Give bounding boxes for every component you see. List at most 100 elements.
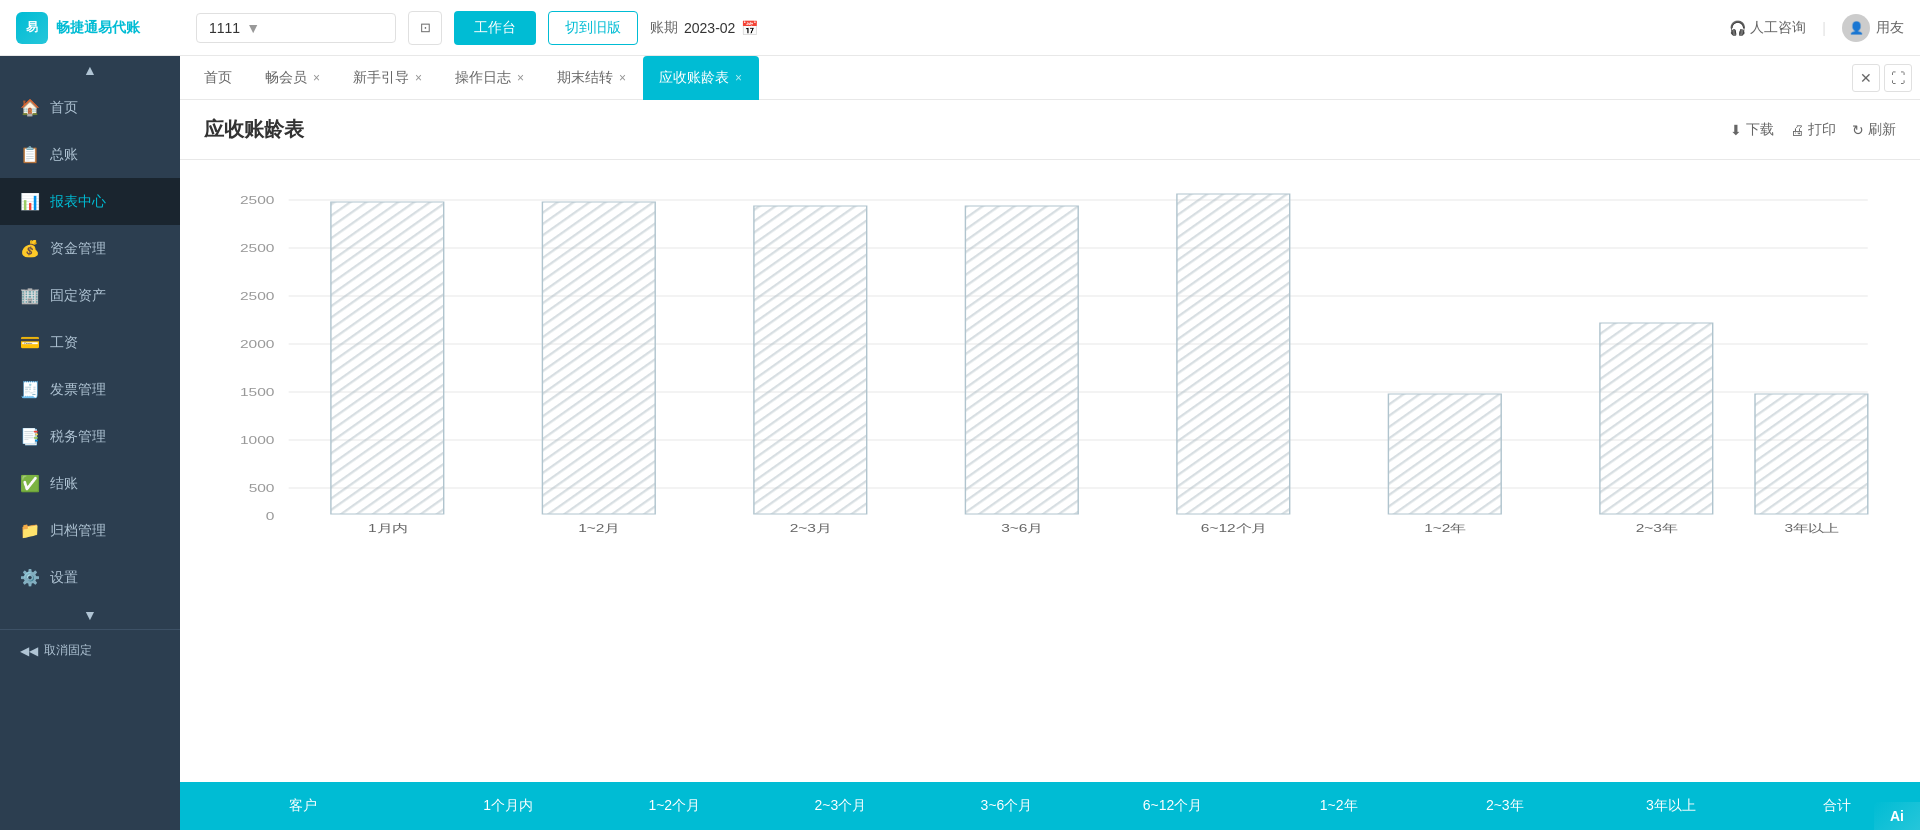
cancel-fixed-button[interactable]: ◀◀ 取消固定 bbox=[0, 629, 180, 671]
sidebar-item-invoice[interactable]: 🧾 发票管理 bbox=[0, 366, 180, 413]
ai-label: Ai bbox=[1890, 808, 1904, 824]
svg-text:2500: 2500 bbox=[240, 242, 274, 254]
tab-guide-close[interactable]: × bbox=[415, 71, 422, 85]
tab-guide-label: 新手引导 bbox=[353, 69, 409, 87]
tax-icon: 📑 bbox=[20, 427, 40, 446]
tab-period-end[interactable]: 期末结转 × bbox=[541, 56, 643, 100]
divider: | bbox=[1822, 20, 1826, 36]
sidebar-item-tax[interactable]: 📑 税务管理 bbox=[0, 413, 180, 460]
svg-text:1~2月: 1~2月 bbox=[578, 522, 619, 534]
sidebar-label-archive: 归档管理 bbox=[50, 522, 106, 540]
user-area[interactable]: 👤 用友 bbox=[1842, 14, 1904, 42]
svg-text:2500: 2500 bbox=[240, 194, 274, 206]
tab-member-close[interactable]: × bbox=[313, 71, 320, 85]
calendar-icon[interactable]: 📅 bbox=[741, 20, 758, 36]
svg-text:1000: 1000 bbox=[240, 434, 274, 446]
svg-text:500: 500 bbox=[249, 482, 275, 494]
avatar: 👤 bbox=[1842, 14, 1870, 42]
bar-3-6月 bbox=[965, 206, 1078, 514]
tab-period-end-label: 期末结转 bbox=[557, 69, 613, 87]
archive-icon: 📁 bbox=[20, 521, 40, 540]
pin-icon: ◀◀ bbox=[20, 644, 38, 658]
sidebar-item-checkout[interactable]: ✅ 结账 bbox=[0, 460, 180, 507]
sidebar-item-assets[interactable]: 🏢 固定资产 bbox=[0, 272, 180, 319]
sidebar-item-archive[interactable]: 📁 归档管理 bbox=[0, 507, 180, 554]
tab-member-label: 畅会员 bbox=[265, 69, 307, 87]
tab-home[interactable]: 首页 bbox=[188, 56, 249, 100]
refresh-button[interactable]: ↻ 刷新 bbox=[1852, 121, 1896, 139]
period-label: 账期 bbox=[650, 19, 678, 37]
logo-icon: 易 bbox=[16, 12, 48, 44]
reports-icon: 📊 bbox=[20, 192, 40, 211]
tab-aging-label: 应收账龄表 bbox=[659, 69, 729, 87]
assets-icon: 🏢 bbox=[20, 286, 40, 305]
home-icon: 🏠 bbox=[20, 98, 40, 117]
tab-aging[interactable]: 应收账龄表 × bbox=[643, 56, 759, 100]
svg-text:2~3月: 2~3月 bbox=[790, 522, 831, 534]
company-name: 1111 bbox=[209, 20, 240, 36]
refresh-label: 刷新 bbox=[1868, 121, 1896, 139]
company-select[interactable]: 1111 ▼ bbox=[196, 13, 396, 43]
bar-2-3月 bbox=[754, 206, 867, 514]
tabs-bar: 首页 畅会员 × 新手引导 × 操作日志 × 期末结转 × 应收账龄表 × bbox=[180, 56, 1920, 100]
copy-button[interactable]: ⊡ bbox=[408, 11, 442, 45]
bar-2-3年 bbox=[1600, 323, 1713, 514]
sidebar: ▲ 🏠 首页 📋 总账 📊 报表中心 💰 资金管理 🏢 固定资产 💳 工资 🧾 … bbox=[0, 56, 180, 830]
svg-text:0: 0 bbox=[266, 510, 275, 522]
sidebar-item-home[interactable]: 🏠 首页 bbox=[0, 84, 180, 131]
workbench-button[interactable]: 工作台 bbox=[454, 11, 536, 45]
bar-6-12月 bbox=[1177, 194, 1290, 514]
svg-text:2500: 2500 bbox=[240, 290, 274, 302]
tabs-close-button[interactable]: ✕ bbox=[1852, 64, 1880, 92]
content-area: 首页 畅会员 × 新手引导 × 操作日志 × 期末结转 × 应收账龄表 × bbox=[180, 56, 1920, 830]
sidebar-scroll-up[interactable]: ▲ bbox=[0, 56, 180, 84]
sidebar-label-tax: 税务管理 bbox=[50, 428, 106, 446]
sidebar-label-home: 首页 bbox=[50, 99, 78, 117]
tab-period-end-close[interactable]: × bbox=[619, 71, 626, 85]
bar-chart: 2500 2500 2500 2000 1500 1000 500 0 bbox=[204, 180, 1896, 540]
svg-text:1月内: 1月内 bbox=[368, 522, 407, 534]
tab-oplog-label: 操作日志 bbox=[455, 69, 511, 87]
bar-1-2年 bbox=[1388, 394, 1501, 514]
svg-text:1~2年: 1~2年 bbox=[1424, 522, 1465, 534]
header-middle: 1111 ▼ ⊡ 工作台 切到旧版 账期 2023-02 📅 bbox=[196, 11, 1729, 45]
th-3-6month: 3~6个月 bbox=[923, 797, 1089, 815]
sidebar-label-checkout: 结账 bbox=[50, 475, 78, 493]
svg-text:3年以上: 3年以上 bbox=[1785, 522, 1839, 534]
checkout-icon: ✅ bbox=[20, 474, 40, 493]
sidebar-item-ledger[interactable]: 📋 总账 bbox=[0, 131, 180, 178]
sidebar-label-assets: 固定资产 bbox=[50, 287, 106, 305]
sidebar-label-salary: 工资 bbox=[50, 334, 78, 352]
th-6-12month: 6~12个月 bbox=[1090, 797, 1256, 815]
sidebar-label-ledger: 总账 bbox=[50, 146, 78, 164]
header-right: 🎧 人工咨询 | 👤 用友 bbox=[1729, 14, 1904, 42]
user-label: 用友 bbox=[1876, 19, 1904, 37]
sidebar-item-reports[interactable]: 📊 报表中心 bbox=[0, 178, 180, 225]
sidebar-scroll-down[interactable]: ▼ bbox=[0, 601, 180, 629]
sidebar-item-salary[interactable]: 💳 工资 bbox=[0, 319, 180, 366]
th-2-3year: 2~3年 bbox=[1422, 797, 1588, 815]
svg-text:6~12个月: 6~12个月 bbox=[1201, 522, 1266, 534]
funds-icon: 💰 bbox=[20, 239, 40, 258]
chart-wrapper: 2500 2500 2500 2000 1500 1000 500 0 bbox=[204, 180, 1896, 540]
period-area: 账期 2023-02 📅 bbox=[650, 19, 758, 37]
tab-aging-close[interactable]: × bbox=[735, 71, 742, 85]
bar-1月内 bbox=[331, 202, 444, 514]
sidebar-item-settings[interactable]: ⚙️ 设置 bbox=[0, 554, 180, 601]
ai-badge[interactable]: Ai bbox=[1874, 802, 1920, 830]
sidebar-item-funds[interactable]: 💰 资金管理 bbox=[0, 225, 180, 272]
switch-version-button[interactable]: 切到旧版 bbox=[548, 11, 638, 45]
tabs-expand-button[interactable]: ⛶ bbox=[1884, 64, 1912, 92]
consult-button[interactable]: 🎧 人工咨询 bbox=[1729, 19, 1806, 37]
refresh-icon: ↻ bbox=[1852, 122, 1864, 138]
period-value: 2023-02 bbox=[684, 20, 735, 36]
report-header: 应收账龄表 ⬇ 下载 🖨 打印 ↻ 刷新 bbox=[180, 100, 1920, 160]
download-button[interactable]: ⬇ 下载 bbox=[1730, 121, 1774, 139]
tab-oplog-close[interactable]: × bbox=[517, 71, 524, 85]
tab-guide[interactable]: 新手引导 × bbox=[337, 56, 439, 100]
svg-text:2~3年: 2~3年 bbox=[1636, 522, 1677, 534]
tab-member[interactable]: 畅会员 × bbox=[249, 56, 337, 100]
print-button[interactable]: 🖨 打印 bbox=[1790, 121, 1836, 139]
chart-container: 2500 2500 2500 2000 1500 1000 500 0 bbox=[180, 160, 1920, 782]
tab-oplog[interactable]: 操作日志 × bbox=[439, 56, 541, 100]
